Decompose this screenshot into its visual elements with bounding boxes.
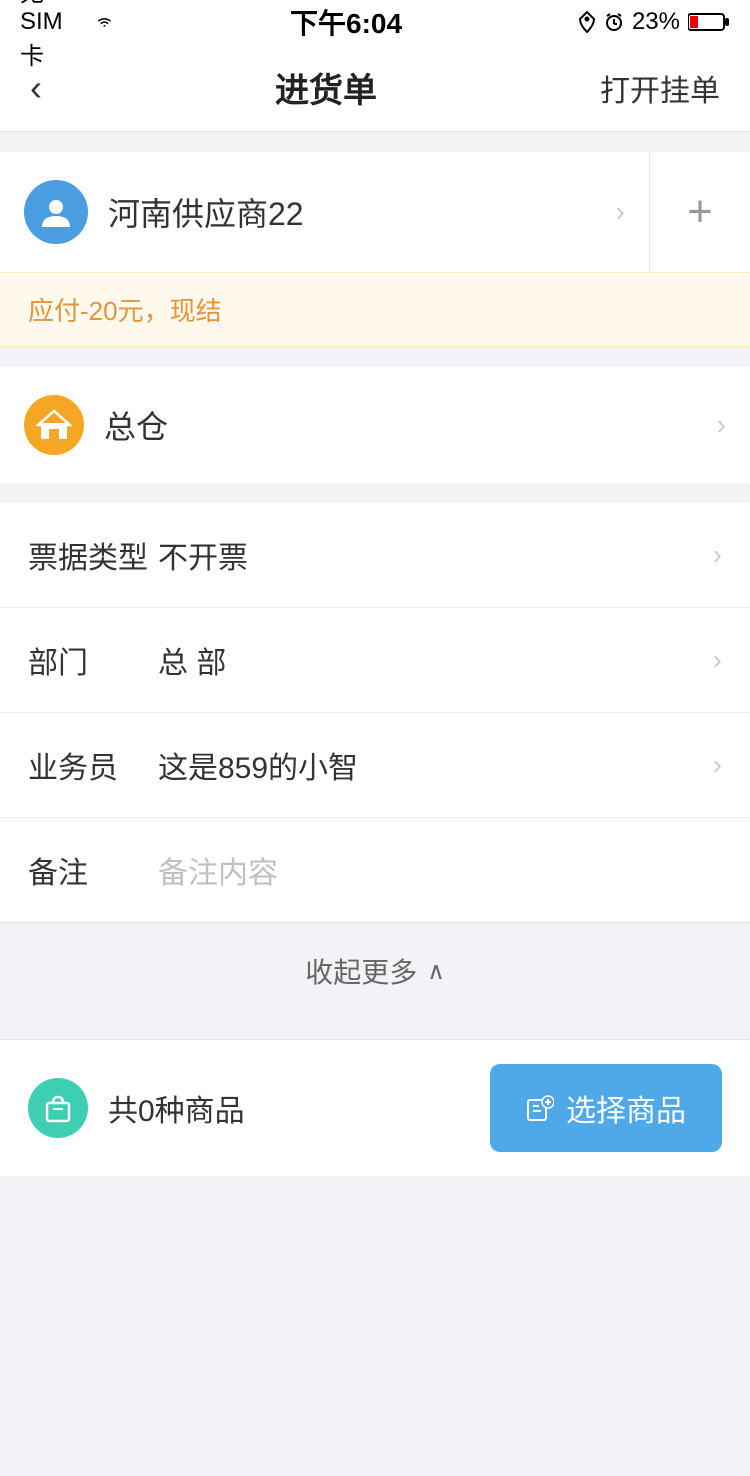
product-count-text: 共0种商品 xyxy=(108,1086,490,1130)
battery-text: 23% xyxy=(632,8,680,36)
supplier-chevron-icon: › xyxy=(616,196,625,228)
invoice-type-row[interactable]: 票据类型 不开票 › xyxy=(0,503,750,608)
status-bar: 无 SIM 卡 下午6:04 23% xyxy=(0,0,750,44)
invoice-chevron-icon: › xyxy=(713,539,722,571)
location-icon xyxy=(578,11,596,33)
open-pending-button[interactable]: 打开挂单 xyxy=(600,66,720,110)
select-product-button[interactable]: 选择商品 xyxy=(490,1064,722,1152)
invoice-type-value: 不开票 xyxy=(148,533,703,577)
select-product-label: 选择商品 xyxy=(566,1086,686,1130)
gray-background xyxy=(0,1176,750,1476)
add-product-icon xyxy=(526,1094,554,1122)
remark-label: 备注 xyxy=(28,848,148,892)
remark-input[interactable]: 备注内容 xyxy=(148,848,722,892)
warehouse-name: 总仓 xyxy=(104,402,707,448)
supplier-selector[interactable]: 河南供应商22 › xyxy=(0,152,650,272)
remark-row[interactable]: 备注 备注内容 xyxy=(0,818,750,922)
shopping-bag-icon xyxy=(41,1091,75,1125)
warehouse-selector[interactable]: 总仓 › xyxy=(0,367,750,483)
product-icon-bg xyxy=(28,1078,88,1138)
salesperson-chevron-icon: › xyxy=(713,749,722,781)
supplier-name: 河南供应商22 xyxy=(108,189,606,235)
salesperson-label: 业务员 xyxy=(28,743,148,787)
battery-icon xyxy=(688,12,730,32)
alarm-icon xyxy=(604,11,624,33)
notice-banner: 应付-20元，现结 xyxy=(0,272,750,347)
supplier-avatar xyxy=(24,180,88,244)
warehouse-chevron-icon: › xyxy=(717,409,726,441)
warehouse-building-icon xyxy=(36,407,72,443)
supplier-section: 河南供应商22 › + xyxy=(0,152,750,272)
notice-text: 应付-20元，现结 xyxy=(28,296,222,326)
salesperson-row[interactable]: 业务员 这是859的小智 › xyxy=(0,713,750,818)
department-row[interactable]: 部门 总 部 › xyxy=(0,608,750,713)
department-value: 总 部 xyxy=(148,638,703,682)
status-time: 下午6:04 xyxy=(290,2,402,42)
department-label: 部门 xyxy=(28,638,148,682)
bottom-bar: 共0种商品 选择商品 xyxy=(0,1039,750,1176)
supplier-add-button[interactable]: + xyxy=(650,152,750,272)
back-button[interactable]: ‹ xyxy=(30,57,52,119)
collapse-text: 收起更多 xyxy=(305,951,417,991)
collapse-toggle[interactable]: 收起更多 ∧ xyxy=(0,922,750,1019)
form-section: 票据类型 不开票 › 部门 总 部 › 业务员 这是859的小智 › 备注 备注… xyxy=(0,503,750,922)
salesperson-value: 这是859的小智 xyxy=(148,743,703,787)
person-icon xyxy=(38,194,74,230)
page-title: 进货单 xyxy=(275,63,377,112)
invoice-type-label: 票据类型 xyxy=(28,533,148,577)
wifi-icon xyxy=(95,12,114,32)
department-chevron-icon: › xyxy=(713,644,722,676)
warehouse-icon-bg xyxy=(24,395,84,455)
collapse-icon: ∧ xyxy=(427,957,445,986)
status-right: 23% xyxy=(578,8,730,36)
